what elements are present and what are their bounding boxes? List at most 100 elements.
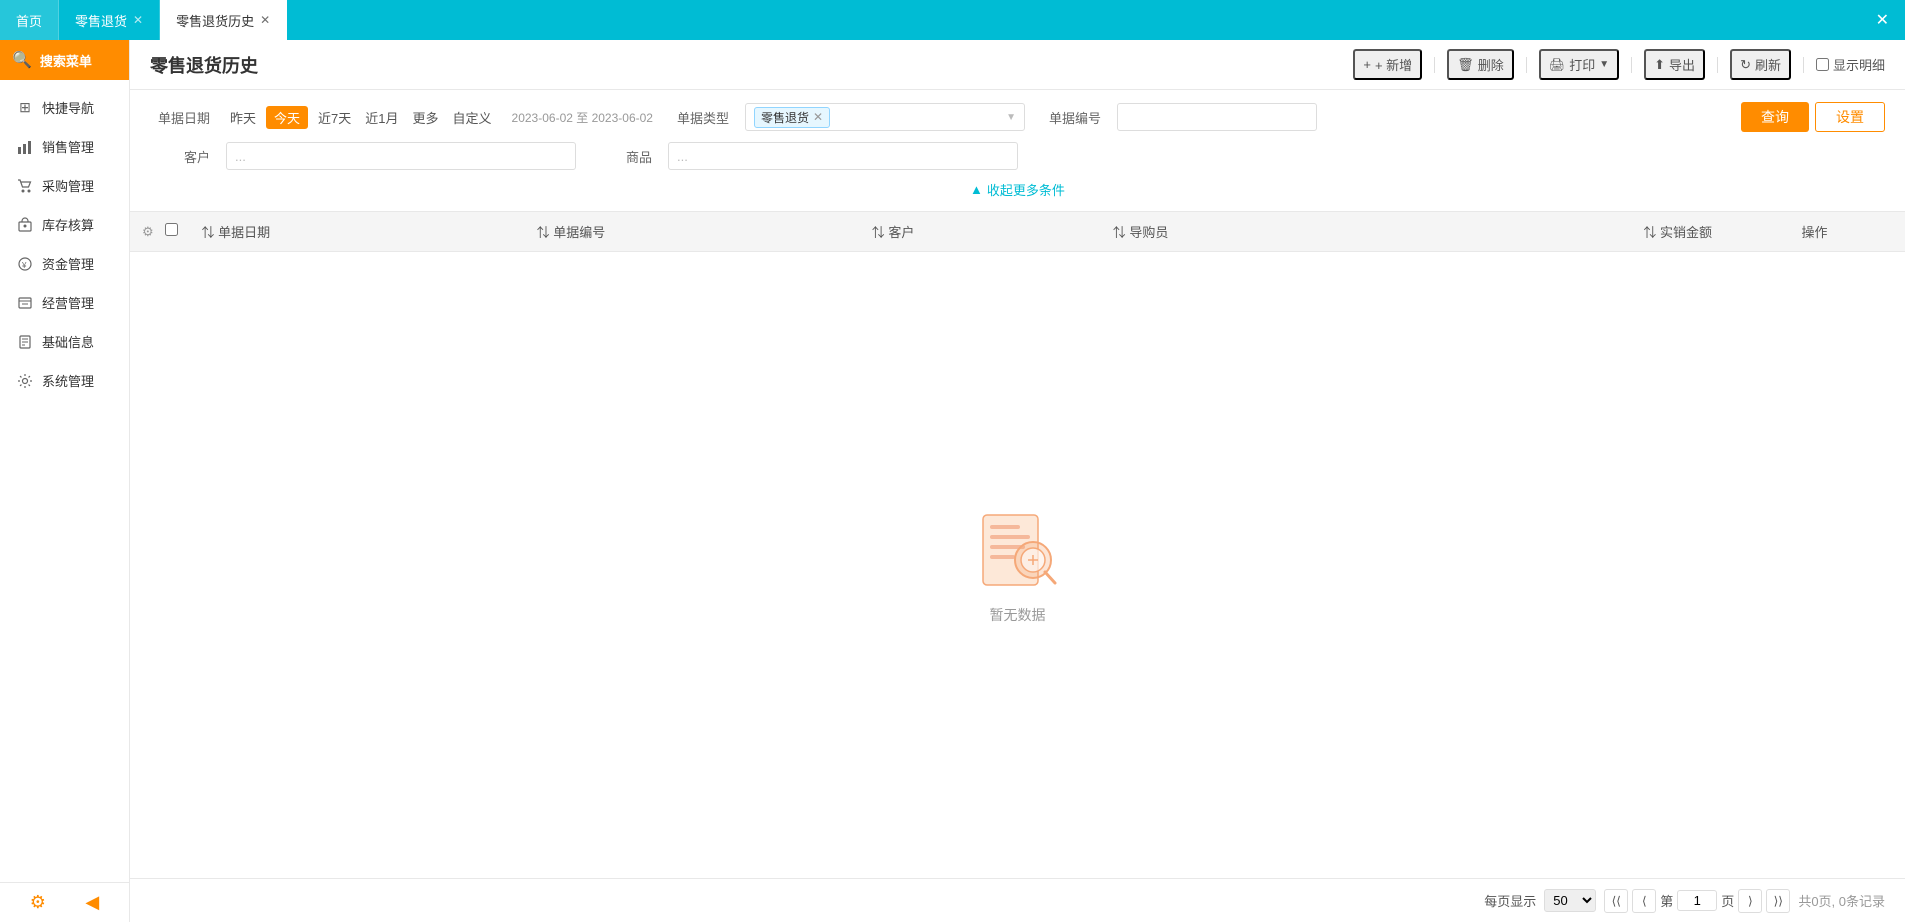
pagination: 每页显示 50 20 100 ⟨⟨ ⟨ 第 页 ⟩ ⟩⟩ 共0页, 0条记录	[130, 878, 1905, 922]
settings-bottom-icon[interactable]: ⚙	[30, 892, 46, 913]
query-button[interactable]: 查询	[1741, 102, 1809, 132]
settings-icon[interactable]: ⚙	[142, 224, 154, 239]
sidebar-item-quick-nav[interactable]: ⊞ 快捷导航	[0, 88, 129, 127]
sidebar-item-system-label: 系统管理	[42, 371, 94, 390]
sidebar-search[interactable]: 🔍 搜索菜单	[0, 40, 129, 80]
collapse-btn[interactable]: ▲ 收起更多条件	[150, 180, 1885, 199]
sidebar-item-inventory[interactable]: 库存核算	[0, 205, 129, 244]
print-button[interactable]: 🖨 打印 ▼	[1539, 49, 1619, 80]
export-button[interactable]: ⬆ 导出	[1644, 49, 1705, 80]
export-label: 导出	[1669, 55, 1695, 74]
toolbar-sep-1	[1434, 57, 1435, 73]
sidebar-item-purchase[interactable]: 采购管理	[0, 166, 129, 205]
date-opt-more[interactable]: 更多	[409, 106, 443, 129]
goods-input[interactable]: ...	[668, 142, 1018, 170]
collapse-up-icon: ▲	[970, 182, 983, 197]
col-customer-label: ⇅ 客户	[872, 225, 915, 240]
sidebar-item-basic-info-label: 基础信息	[42, 332, 94, 351]
date-opt-7days[interactable]: 近7天	[314, 106, 355, 129]
col-date-label: ⇅ 单据日期	[202, 225, 271, 240]
total-info: 共0页, 0条记录	[1798, 891, 1885, 910]
empty-state: 暂无数据	[130, 252, 1905, 878]
content-area: 零售退货历史 + + 新增 🗑 删除 🖨 打印 ▼	[130, 40, 1905, 922]
sidebar-item-inventory-label: 库存核算	[42, 215, 94, 234]
col-amount-label: ⇅ 实销金额	[1643, 225, 1712, 240]
col-amount: ⇅ 实销金额	[1389, 212, 1724, 252]
doc-type-tag: 零售退货 ✕	[754, 107, 830, 128]
add-icon: +	[1363, 57, 1371, 72]
toolbar-sep-5	[1803, 57, 1804, 73]
doc-number-label: 单据编号	[1041, 108, 1101, 127]
purchase-icon	[16, 177, 34, 195]
collapse-row: ▲ 收起更多条件	[150, 180, 1885, 199]
date-opt-1month[interactable]: 近1月	[361, 106, 402, 129]
page-header: 零售退货历史 + + 新增 🗑 删除 🖨 打印 ▼	[130, 40, 1905, 90]
doc-type-tag-text: 零售退货	[761, 109, 809, 126]
toolbar-sep-2	[1526, 57, 1527, 73]
delete-button[interactable]: 🗑 删除	[1447, 49, 1514, 80]
tab-retail-return-history-close[interactable]: ✕	[260, 13, 270, 27]
tab-retail-return-close[interactable]: ✕	[133, 13, 143, 27]
filter-row-1: 单据日期 昨天 今天 近7天 近1月 更多 自定义 2023-06-02 至 2…	[150, 102, 1885, 132]
date-opt-today[interactable]: 今天	[266, 106, 308, 129]
settings-button[interactable]: 设置	[1815, 102, 1885, 132]
display-toggle[interactable]: 显示明细	[1816, 55, 1885, 74]
quick-nav-icon: ⊞	[16, 99, 34, 117]
print-icon: 🖨	[1549, 57, 1566, 73]
refresh-label: 刷新	[1755, 55, 1781, 74]
sidebar: 🔍 搜索菜单 ⊞ 快捷导航 销售管理 采购管理	[0, 40, 130, 922]
sidebar-nav: ⊞ 快捷导航 销售管理 采购管理 库存核算	[0, 80, 129, 882]
add-button[interactable]: + + 新增	[1353, 49, 1422, 80]
table-container: ⚙ ⇅ 单据日期 ⇅ 单据编号 ⇅ 客户	[130, 212, 1905, 878]
date-filter-label: 单据日期	[150, 108, 210, 127]
print-label: 打印	[1569, 55, 1595, 74]
date-options: 昨天 今天 近7天 近1月 更多 自定义	[226, 106, 496, 129]
svg-text:¥: ¥	[21, 261, 27, 270]
sidebar-item-system[interactable]: 系统管理	[0, 361, 129, 400]
customer-input[interactable]: ...	[226, 142, 576, 170]
customer-label: 客户	[150, 147, 210, 166]
date-opt-custom[interactable]: 自定义	[449, 106, 496, 129]
col-date: ⇅ 单据日期	[190, 212, 525, 252]
page-prev-btn[interactable]: ⟨	[1632, 889, 1656, 913]
select-all-checkbox[interactable]	[165, 223, 178, 236]
tab-retail-return[interactable]: 零售退货 ✕	[59, 0, 160, 40]
window-close-button[interactable]: ✕	[1860, 0, 1905, 40]
finance-icon: ¥	[16, 255, 34, 273]
per-page-select[interactable]: 50 20 100	[1544, 889, 1596, 912]
page-next-btn[interactable]: ⟩	[1738, 889, 1762, 913]
filter-section: 单据日期 昨天 今天 近7天 近1月 更多 自定义 2023-06-02 至 2…	[130, 90, 1905, 212]
date-opt-yesterday[interactable]: 昨天	[226, 106, 260, 129]
filter-row-2: 客户 ... 商品 ...	[150, 142, 1885, 170]
col-guide-label: ⇅ 导购员	[1113, 225, 1169, 240]
page-title: 零售退货历史	[150, 52, 258, 78]
tab-retail-return-history[interactable]: 零售退货历史 ✕	[160, 0, 287, 40]
sidebar-item-finance[interactable]: ¥ 资金管理	[0, 244, 129, 283]
date-range-display: 2023-06-02 至 2023-06-02	[512, 109, 653, 126]
col-number: ⇅ 单据编号	[525, 212, 860, 252]
sidebar-item-sales-label: 销售管理	[42, 137, 94, 156]
doc-number-input[interactable]	[1117, 103, 1317, 131]
page-first-btn[interactable]: ⟨⟨	[1604, 889, 1628, 913]
sidebar-item-basic-info[interactable]: 基础信息	[0, 322, 129, 361]
toolbar-sep-4	[1717, 57, 1718, 73]
sidebar-item-operations[interactable]: 经营管理	[0, 283, 129, 322]
doc-type-select[interactable]: 零售退货 ✕ ▼	[745, 103, 1025, 131]
toolbar: + + 新增 🗑 删除 🖨 打印 ▼ ⬆ 导出	[1353, 49, 1885, 80]
page-label: 第	[1660, 891, 1673, 910]
top-bar: 首页 零售退货 ✕ 零售退货历史 ✕ ✕	[0, 0, 1905, 40]
page-input[interactable]	[1677, 890, 1717, 911]
sidebar-item-sales[interactable]: 销售管理	[0, 127, 129, 166]
doc-type-tag-close[interactable]: ✕	[813, 110, 823, 124]
collapse-sidebar-icon[interactable]: ◀	[85, 892, 99, 913]
refresh-button[interactable]: ↻ 刷新	[1730, 49, 1791, 80]
display-toggle-checkbox[interactable]	[1816, 58, 1829, 71]
goods-label: 商品	[592, 147, 652, 166]
sidebar-bottom: ⚙ ◀	[0, 882, 129, 922]
page-last-btn[interactable]: ⟩⟩	[1766, 889, 1790, 913]
sidebar-search-label: 搜索菜单	[40, 51, 92, 70]
sidebar-item-quick-nav-label: 快捷导航	[42, 98, 94, 117]
inventory-icon	[16, 216, 34, 234]
tab-home[interactable]: 首页	[0, 0, 59, 40]
col-action-label: 操作	[1801, 225, 1827, 240]
